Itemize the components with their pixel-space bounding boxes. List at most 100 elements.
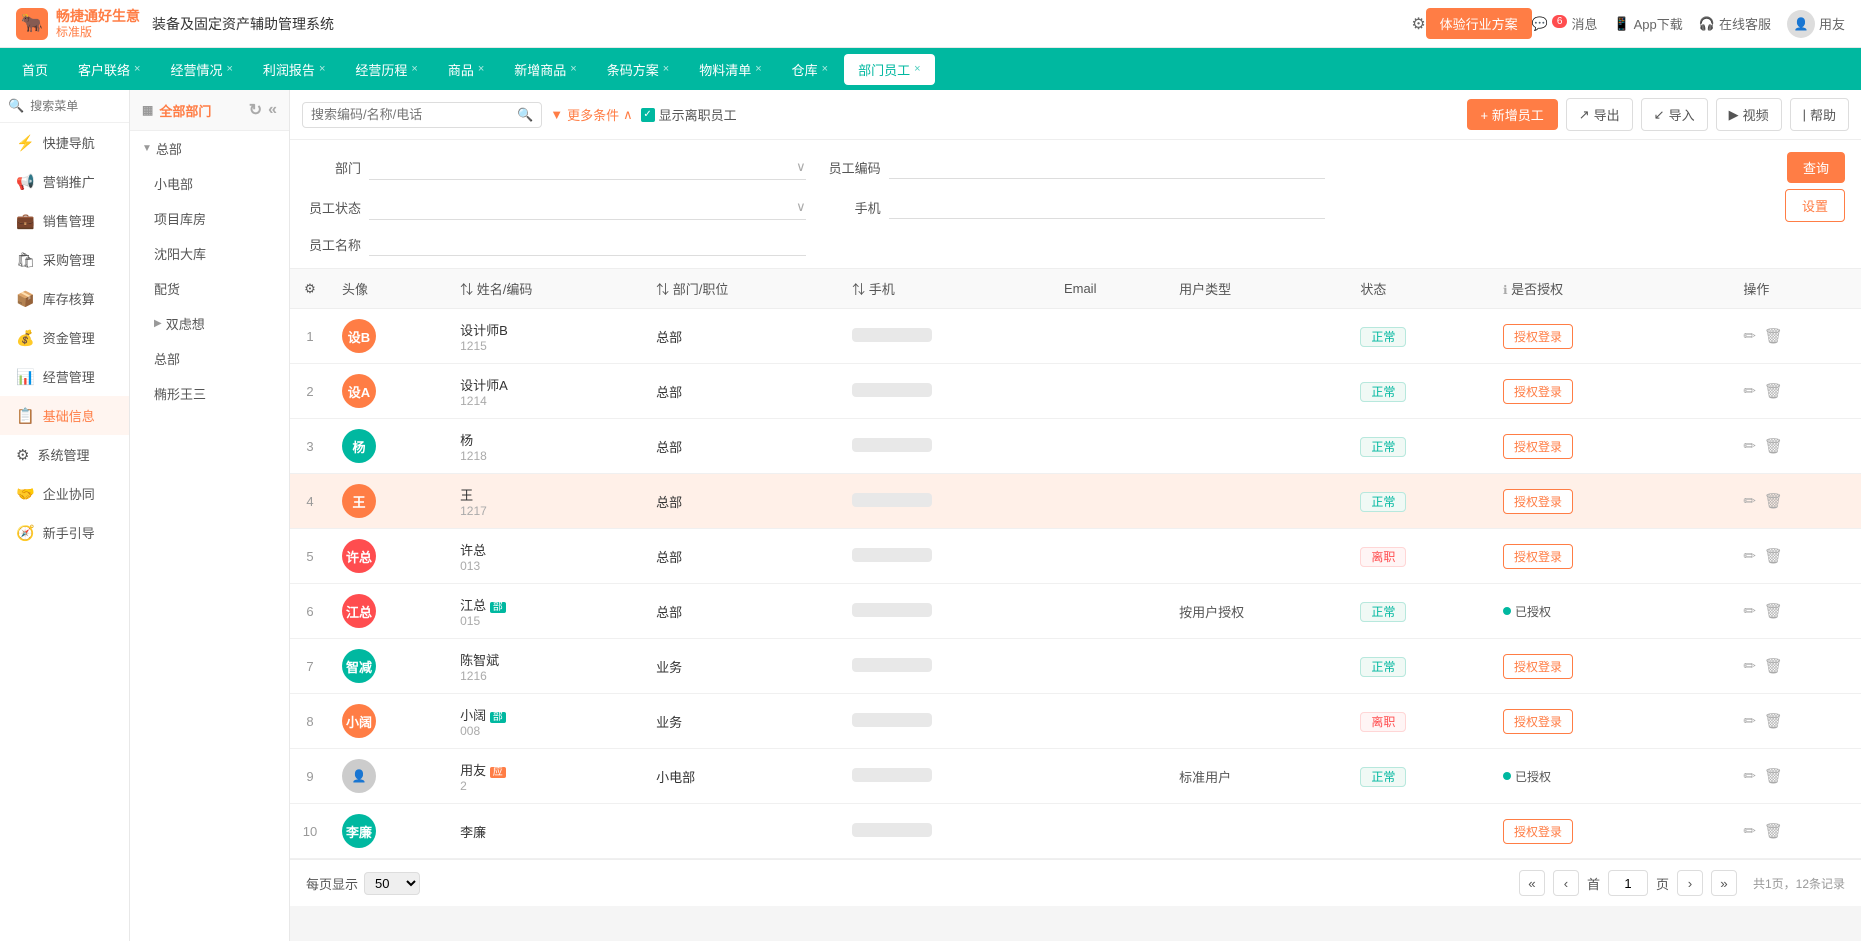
search-input[interactable]: [30, 99, 121, 113]
nav-item-bom[interactable]: 物料清单 ×: [685, 54, 775, 85]
nav-close-operation[interactable]: ×: [226, 63, 232, 75]
nav-close-add-goods[interactable]: ×: [570, 63, 576, 75]
export-button[interactable]: ↗ 导出: [1566, 98, 1633, 131]
delete-icon[interactable]: 🗑: [1764, 547, 1783, 565]
sidebar-item-collab[interactable]: 🤝 企业协同: [0, 474, 129, 513]
delete-icon[interactable]: 🗑: [1764, 492, 1783, 510]
app-download-button[interactable]: 📱 App下载: [1613, 14, 1682, 33]
delete-icon[interactable]: 🗑: [1764, 437, 1783, 455]
delete-icon[interactable]: 🗑: [1764, 767, 1783, 785]
first-page-btn[interactable]: «: [1519, 870, 1545, 896]
edit-icon[interactable]: ✏: [1743, 712, 1756, 730]
delete-icon[interactable]: 🗑: [1764, 822, 1783, 840]
per-page-input[interactable]: 50 100: [364, 872, 420, 895]
page-input[interactable]: [1608, 870, 1648, 896]
nav-item-warehouse[interactable]: 仓库 ×: [778, 54, 842, 85]
nav-close-goods[interactable]: ×: [478, 63, 484, 75]
reset-button[interactable]: 设置: [1785, 189, 1845, 222]
col-phone[interactable]: ⇅ 手机: [840, 269, 1052, 309]
edit-icon[interactable]: ✏: [1743, 547, 1756, 565]
dept-node-root[interactable]: ▼总部: [130, 131, 289, 166]
delete-icon[interactable]: 🗑: [1764, 657, 1783, 675]
help-button[interactable]: | 帮助: [1790, 98, 1849, 131]
last-page-btn[interactable]: »: [1711, 870, 1737, 896]
dept-node-shuanglvxiang[interactable]: ▶双虑想: [130, 306, 289, 341]
delete-icon[interactable]: 🗑: [1764, 602, 1783, 620]
query-button[interactable]: 查询: [1787, 152, 1845, 183]
all-dept-label[interactable]: 全部部门: [159, 101, 211, 120]
authorize-button[interactable]: 授权登录: [1503, 324, 1573, 349]
nav-item-profit[interactable]: 利润报告 ×: [249, 54, 339, 85]
dept-node-shenyang[interactable]: 沈阳大库: [130, 236, 289, 271]
nav-close-bom[interactable]: ×: [755, 63, 761, 75]
sidebar-item-inventory[interactable]: 📦 库存核算: [0, 279, 129, 318]
col-settings[interactable]: ⚙: [290, 269, 330, 309]
dept-node-tuoxing[interactable]: 椭形王三: [130, 376, 289, 411]
col-dept[interactable]: ⇅ 部门/职位: [644, 269, 840, 309]
nav-item-home[interactable]: 首页: [8, 54, 62, 85]
dept-node-peihuo[interactable]: 配货: [130, 271, 289, 306]
nav-close-warehouse[interactable]: ×: [822, 63, 828, 75]
nav-item-customer[interactable]: 客户联络 ×: [64, 54, 154, 85]
emp-code-input[interactable]: [889, 155, 1326, 179]
user-button[interactable]: 👤 用友: [1787, 10, 1845, 38]
search-icon-main[interactable]: 🔍: [517, 107, 533, 123]
phone-input[interactable]: [889, 195, 1326, 219]
authorize-button[interactable]: 授权登录: [1503, 434, 1573, 459]
prev-page-btn[interactable]: ‹: [1553, 870, 1579, 896]
authorize-button[interactable]: 授权登录: [1503, 709, 1573, 734]
sidebar-item-purchase[interactable]: 🛍 采购管理: [0, 240, 129, 279]
resigned-checkbox[interactable]: ✓: [641, 108, 655, 122]
edit-icon[interactable]: ✏: [1743, 327, 1756, 345]
nav-item-goods[interactable]: 商品 ×: [434, 54, 498, 85]
video-button[interactable]: ▶ 视频: [1716, 98, 1782, 131]
edit-icon[interactable]: ✏: [1743, 492, 1756, 510]
sidebar-item-base-info[interactable]: 📋 基础信息: [0, 396, 129, 435]
edit-icon[interactable]: ✏: [1743, 657, 1756, 675]
online-service-button[interactable]: 🎧 在线客服: [1699, 14, 1771, 33]
sidebar-item-management[interactable]: 📊 经营管理: [0, 357, 129, 396]
nav-close-customer[interactable]: ×: [134, 63, 140, 75]
delete-icon[interactable]: 🗑: [1764, 712, 1783, 730]
dept-select[interactable]: ∨: [369, 155, 806, 180]
edit-icon[interactable]: ✏: [1743, 822, 1756, 840]
refresh-icon[interactable]: ↻: [249, 100, 262, 120]
import-button[interactable]: ↙ 导入: [1641, 98, 1708, 131]
nav-item-operation[interactable]: 经营情况 ×: [156, 54, 246, 85]
nav-close-profit[interactable]: ×: [319, 63, 325, 75]
sidebar-item-finance[interactable]: 💰 资金管理: [0, 318, 129, 357]
nav-close-barcode[interactable]: ×: [663, 63, 669, 75]
dept-node-xiangmu[interactable]: 项目库房: [130, 201, 289, 236]
sidebar-item-system[interactable]: ⚙ 系统管理: [0, 435, 129, 474]
sidebar-item-guide[interactable]: 🧭 新手引导: [0, 513, 129, 552]
delete-icon[interactable]: 🗑: [1764, 327, 1783, 345]
dept-node-xiaodibu[interactable]: 小电部: [130, 166, 289, 201]
search-input-main[interactable]: [311, 107, 511, 122]
delete-icon[interactable]: 🗑: [1764, 382, 1783, 400]
nav-item-barcode[interactable]: 条码方案 ×: [593, 54, 683, 85]
collapse-icon[interactable]: «: [268, 101, 277, 119]
gear-button[interactable]: ⚙: [1411, 14, 1425, 34]
edit-icon[interactable]: ✏: [1743, 602, 1756, 620]
nav-item-history[interactable]: 经营历程 ×: [341, 54, 431, 85]
add-employee-button[interactable]: + 新增员工: [1467, 99, 1558, 130]
edit-icon[interactable]: ✏: [1743, 767, 1756, 785]
more-filter-btn[interactable]: ▼ 更多条件 ∧: [550, 105, 632, 124]
trial-button[interactable]: 体验行业方案: [1426, 8, 1532, 39]
authorize-button[interactable]: 授权登录: [1503, 819, 1573, 844]
authorize-button[interactable]: 授权登录: [1503, 379, 1573, 404]
nav-close-history[interactable]: ×: [411, 63, 417, 75]
sidebar-item-navigation[interactable]: ⚡ 快捷导航: [0, 123, 129, 162]
show-resigned-toggle[interactable]: ✓ 显示离职员工: [641, 105, 737, 124]
nav-close-dept[interactable]: ×: [914, 63, 920, 75]
edit-icon[interactable]: ✏: [1743, 382, 1756, 400]
dept-node-zongbu[interactable]: 总部: [130, 341, 289, 376]
message-button[interactable]: 💬 6 消息: [1532, 14, 1598, 33]
sidebar-item-marketing[interactable]: 📢 营销推广: [0, 162, 129, 201]
emp-status-select[interactable]: ∨: [369, 195, 806, 220]
authorize-button[interactable]: 授权登录: [1503, 489, 1573, 514]
edit-icon[interactable]: ✏: [1743, 437, 1756, 455]
authorize-button[interactable]: 授权登录: [1503, 654, 1573, 679]
authorize-button[interactable]: 授权登录: [1503, 544, 1573, 569]
sidebar-item-sales[interactable]: 💼 销售管理: [0, 201, 129, 240]
